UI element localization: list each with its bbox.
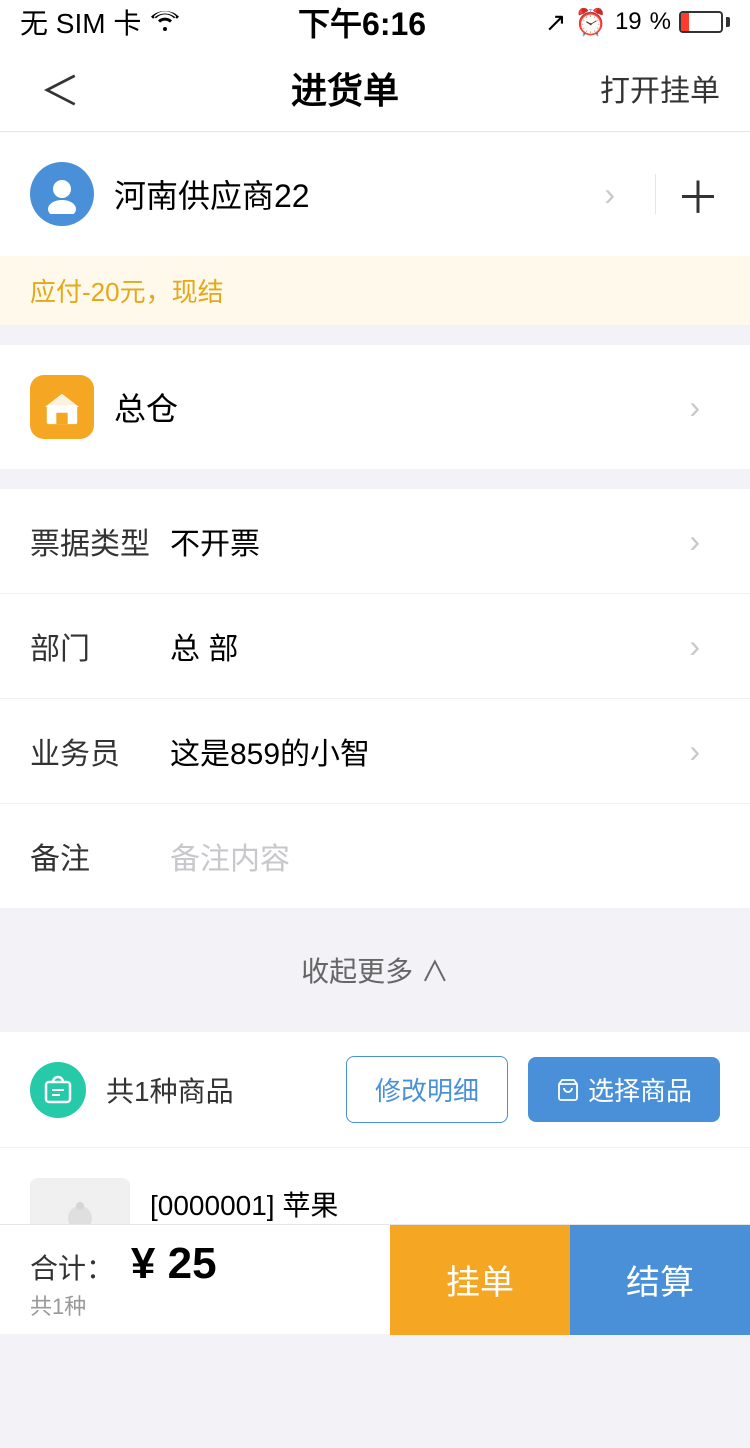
warehouse-icon [30,375,94,439]
invoice-value: 不开票 [170,519,689,563]
divider [655,174,656,214]
page-title: 进货单 [291,62,399,114]
note-input[interactable]: 备注内容 [170,834,720,878]
select-product-button[interactable]: 选择商品 [528,1057,720,1122]
staff-chevron-icon: › [689,733,700,770]
hang-button[interactable]: 挂单 [390,1225,570,1335]
select-product-label: 选择商品 [588,1071,692,1108]
status-bar: 无 SIM 卡 下午6:16 ↗ ⏰ 19% [0,0,750,44]
carrier-text: 无 SIM 卡 [20,2,141,42]
product-header: 共1种商品 修改明细 选择商品 [0,1032,750,1148]
supplier-avatar [30,162,94,226]
note-row[interactable]: 备注 备注内容 [0,804,750,908]
dept-label: 部门 [30,624,170,668]
warehouse-chevron-icon: › [689,389,700,426]
collapse-label: 收起更多 ∧ [301,950,449,990]
supplier-section: 河南供应商22 › ＋ [0,132,750,256]
collapse-button[interactable]: 收起更多 ∧ [0,928,750,1012]
location-icon: ↗ [545,7,567,38]
edit-detail-button[interactable]: 修改明细 [346,1056,508,1123]
total-section: 合计： ¥ 25 共1种 [0,1239,390,1321]
notice-bar: 应付-20元，现结 [0,256,750,325]
supplier-name: 河南供应商22 [114,171,604,217]
product-code: [0000001] 苹果 [150,1190,338,1221]
dept-row[interactable]: 部门 总 部 › [0,594,750,699]
wifi-icon [151,6,179,38]
product-count: 共1种商品 [106,1070,326,1110]
settle-button[interactable]: 结算 [570,1225,750,1335]
back-button[interactable]: ＜ [30,49,90,127]
supplier-row[interactable]: 河南供应商22 › ＋ [0,132,750,256]
invoice-chevron-icon: › [689,523,700,560]
supplier-chevron-icon: › [604,176,615,213]
staff-row[interactable]: 业务员 这是859的小智 › [0,699,750,804]
dept-chevron-icon: › [689,628,700,665]
total-amount: ¥ 25 [131,1239,217,1288]
cart-icon [556,1078,580,1102]
note-label: 备注 [30,834,170,878]
warehouse-row[interactable]: 总仓 › [0,345,750,469]
nav-bar: ＜ 进货单 打开挂单 [0,44,750,132]
settle-label: 结算 [626,1255,694,1304]
battery-indicator [679,11,730,33]
status-time: 下午6:16 [298,0,426,45]
total-label: 合计： [30,1253,114,1284]
form-section: 票据类型 不开票 › 部门 总 部 › 业务员 这是859的小智 › 备注 备注… [0,489,750,908]
open-hang-button[interactable]: 打开挂单 [600,66,720,110]
dept-value: 总 部 [170,624,689,668]
hang-label: 挂单 [446,1255,514,1304]
warehouse-name: 总仓 [114,384,689,430]
notice-text: 应付-20元，现结 [30,277,224,307]
invoice-row[interactable]: 票据类型 不开票 › [0,489,750,594]
add-supplier-button[interactable]: ＋ [676,162,720,226]
status-left: 无 SIM 卡 [20,2,179,42]
battery-pct: 19 [615,8,642,36]
product-name: [0000001] 苹果 [150,1184,662,1224]
staff-value: 这是859的小智 [170,729,689,773]
invoice-label: 票据类型 [30,519,170,563]
status-right: ↗ ⏰ 19% [545,7,730,38]
bottom-bar: 合计： ¥ 25 共1种 挂单 结算 [0,1224,750,1334]
alarm-icon: ⏰ [575,7,607,38]
staff-label: 业务员 [30,729,170,773]
total-sub: 共1种 [30,1289,360,1321]
product-icon [30,1062,86,1118]
